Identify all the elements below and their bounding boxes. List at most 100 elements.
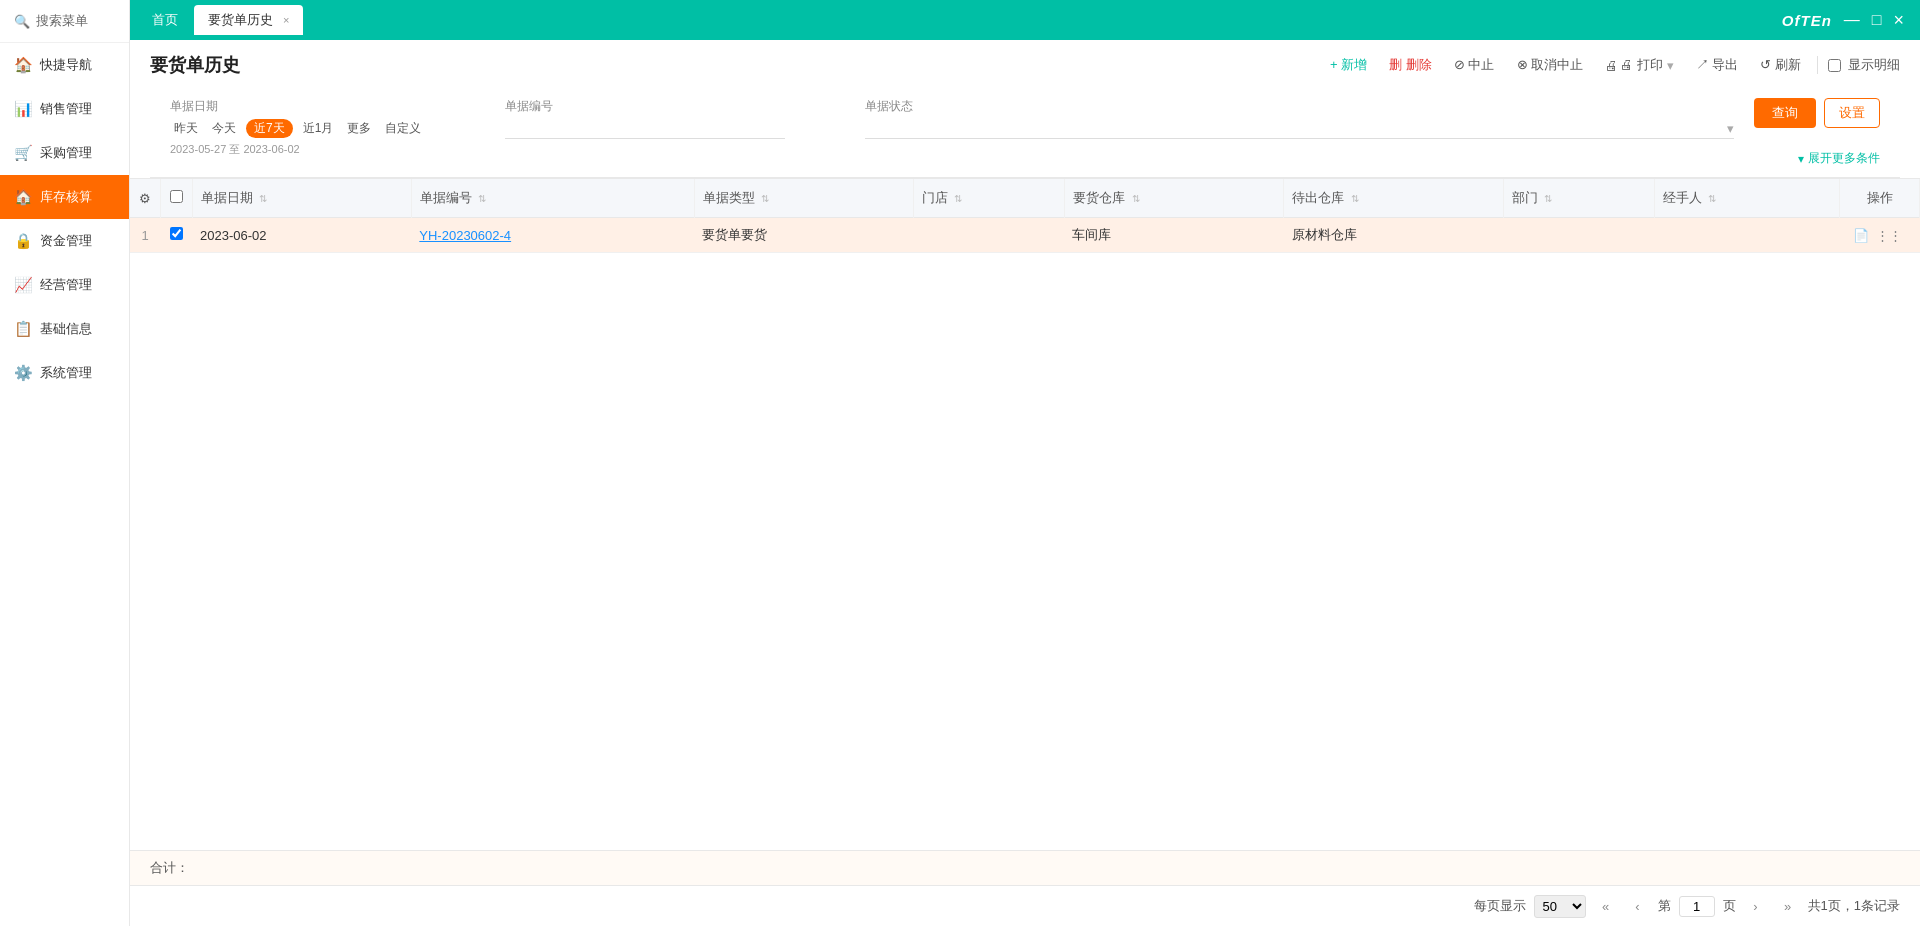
sidebar-item-quick-nav[interactable]: 🏠 快捷导航 xyxy=(0,43,129,87)
maximize-btn[interactable]: □ xyxy=(1872,11,1882,29)
tab-requisition-history[interactable]: 要货单历史 × xyxy=(194,5,303,35)
main-area: 首页 要货单历史 × OfTEn — □ × 要货单历史 + 新增 删 删除 ⊘… xyxy=(130,0,1920,926)
next-page-btn[interactable]: › xyxy=(1744,894,1768,918)
row-edit-icon[interactable]: 📄 xyxy=(1853,228,1869,243)
sidebar-item-label: 经营管理 xyxy=(40,276,92,294)
display-cell-button[interactable]: 显示明细 xyxy=(1828,56,1900,74)
cell-store xyxy=(913,218,1064,253)
row-select-checkbox[interactable] xyxy=(170,227,183,240)
add-button[interactable]: + 新增 xyxy=(1324,52,1373,78)
tab-home[interactable]: 首页 xyxy=(138,5,192,35)
filter-billno-group: 单据编号 xyxy=(505,98,785,139)
sort-icon-date: ⇅ xyxy=(259,193,267,204)
display-cell-checkbox[interactable] xyxy=(1828,59,1841,72)
sort-icon-store: ⇅ xyxy=(954,193,962,204)
cell-handler xyxy=(1654,218,1839,253)
th-date[interactable]: 单据日期 ⇅ xyxy=(192,179,411,218)
sidebar-item-inventory[interactable]: 🏠 库存核算 xyxy=(0,175,129,219)
sidebar-item-basic-info[interactable]: 📋 基础信息 xyxy=(0,307,129,351)
page-size-select[interactable]: 50 20 100 200 xyxy=(1534,895,1586,918)
filter-date-range: 2023-05-27 至 2023-06-02 xyxy=(170,142,425,157)
date-tag-more[interactable]: 更多 xyxy=(343,119,375,138)
stop-button[interactable]: ⊘ 中止 xyxy=(1448,52,1501,78)
sort-icon-pendingwarehouse: ⇅ xyxy=(1351,193,1359,204)
th-operation: 操作 xyxy=(1840,179,1920,218)
operations-icon: 📈 xyxy=(14,276,32,294)
delete-button[interactable]: 删 删除 xyxy=(1383,52,1438,78)
sidebar-item-label: 库存核算 xyxy=(40,188,92,206)
date-tag-1month[interactable]: 近1月 xyxy=(299,119,338,138)
th-bill-type[interactable]: 单据类型 ⇅ xyxy=(694,179,913,218)
first-page-btn[interactable]: « xyxy=(1594,894,1618,918)
cell-operation: 📄 ⋮⋮ xyxy=(1840,218,1920,253)
top-bar-right: OfTEn — □ × xyxy=(1782,10,1912,31)
minimize-btn[interactable]: — xyxy=(1844,11,1860,29)
table-header-row: ⚙ 单据日期 ⇅ 单据编号 ⇅ 单据类型 xyxy=(130,179,1920,218)
expand-more-button[interactable]: ▾ 展开更多条件 xyxy=(1798,150,1880,167)
export-button[interactable]: ↗ 导出 xyxy=(1690,52,1745,78)
settings-button[interactable]: 设置 xyxy=(1824,98,1880,128)
chart-icon: 📊 xyxy=(14,100,32,118)
sort-icon-reqwarehouse: ⇅ xyxy=(1132,193,1140,204)
bill-no-link[interactable]: YH-20230602-4 xyxy=(419,228,511,243)
sidebar-item-operations[interactable]: 📈 经营管理 xyxy=(0,263,129,307)
brand-text: OfTEn xyxy=(1782,12,1832,29)
select-all-checkbox[interactable] xyxy=(170,190,183,203)
tab-requisition-label: 要货单历史 xyxy=(208,11,273,29)
th-settings[interactable]: ⚙ xyxy=(130,179,160,218)
page-number-input[interactable] xyxy=(1679,896,1715,917)
cancel-stop-button[interactable]: ⊗ 取消中止 xyxy=(1511,52,1590,78)
sidebar-search[interactable]: 🔍 搜索菜单 xyxy=(0,0,129,43)
sidebar-item-label: 采购管理 xyxy=(40,144,92,162)
table-wrap: ⚙ 单据日期 ⇅ 单据编号 ⇅ 单据类型 xyxy=(130,179,1920,850)
last-page-btn[interactable]: » xyxy=(1776,894,1800,918)
sidebar-item-label: 资金管理 xyxy=(40,232,92,250)
row-checkbox xyxy=(160,218,192,253)
select-dropdown-icon: ▾ xyxy=(1727,121,1734,136)
filter-billno-input[interactable] xyxy=(505,119,785,139)
th-req-warehouse[interactable]: 要货仓库 ⇅ xyxy=(1064,179,1283,218)
row-more-icon[interactable]: ⋮⋮ xyxy=(1876,228,1902,243)
sidebar-item-label: 快捷导航 xyxy=(40,56,92,74)
print-icon: 🖨 xyxy=(1605,58,1618,73)
prev-page-btn[interactable]: ‹ xyxy=(1626,894,1650,918)
print-dropdown-icon[interactable]: ▾ xyxy=(1667,58,1674,73)
sidebar-item-sales[interactable]: 📊 销售管理 xyxy=(0,87,129,131)
cart-icon: 🛒 xyxy=(14,144,32,162)
filter-status-wrap: 已审核 未审核 中止 ▾ xyxy=(865,119,1734,139)
query-button[interactable]: 查询 xyxy=(1754,98,1816,128)
th-department[interactable]: 部门 ⇅ xyxy=(1503,179,1654,218)
cell-pending-warehouse: 原材料仓库 xyxy=(1284,218,1503,253)
filter-status-select[interactable]: 已审核 未审核 中止 xyxy=(865,119,1727,138)
tab-close-icon[interactable]: × xyxy=(283,14,289,26)
date-tag-custom[interactable]: 自定义 xyxy=(381,119,425,138)
content: 要货单历史 + 新增 删 删除 ⊘ 中止 ⊗ 取消中止 🖨 🖨 打印 ▾ ↗ 导… xyxy=(130,40,1920,926)
page-label: 页 xyxy=(1723,897,1736,915)
sidebar-item-finance[interactable]: 🔒 资金管理 xyxy=(0,219,129,263)
date-tag-7days[interactable]: 近7天 xyxy=(246,119,293,138)
sidebar-item-purchase[interactable]: 🛒 采购管理 xyxy=(0,131,129,175)
print-button[interactable]: 🖨 🖨 打印 ▾ xyxy=(1599,52,1680,78)
date-tag-today[interactable]: 今天 xyxy=(208,119,240,138)
doc-icon: 📋 xyxy=(14,320,32,338)
toolbar: + 新增 删 删除 ⊘ 中止 ⊗ 取消中止 🖨 🖨 打印 ▾ ↗ 导出 ↺ 刷新… xyxy=(1324,52,1900,78)
close-window-btn[interactable]: × xyxy=(1893,10,1904,31)
page-header: 要货单历史 + 新增 删 删除 ⊘ 中止 ⊗ 取消中止 🖨 🖨 打印 ▾ ↗ 导… xyxy=(130,40,1920,179)
sort-icon-dept: ⇅ xyxy=(1544,193,1552,204)
filter-billno-wrap xyxy=(505,119,785,139)
date-tag-yesterday[interactable]: 昨天 xyxy=(170,119,202,138)
refresh-button[interactable]: ↺ 刷新 xyxy=(1754,52,1807,78)
filter-date-tags: 昨天 今天 近7天 近1月 更多 自定义 xyxy=(170,119,425,138)
th-handler[interactable]: 经手人 ⇅ xyxy=(1654,179,1839,218)
filter-status-label: 单据状态 xyxy=(865,98,1734,115)
sidebar-search-label: 搜索菜单 xyxy=(36,12,88,30)
th-pending-warehouse[interactable]: 待出仓库 ⇅ xyxy=(1284,179,1503,218)
th-bill-no[interactable]: 单据编号 ⇅ xyxy=(411,179,694,218)
sidebar: 🔍 搜索菜单 🏠 快捷导航 📊 销售管理 🛒 采购管理 🏠 库存核算 🔒 资金管… xyxy=(0,0,130,926)
sidebar-item-system[interactable]: ⚙️ 系统管理 xyxy=(0,351,129,395)
table-footer: 合计： xyxy=(130,850,1920,885)
th-store[interactable]: 门店 ⇅ xyxy=(913,179,1064,218)
top-bar: 首页 要货单历史 × OfTEn — □ × xyxy=(130,0,1920,40)
cell-bill-no: YH-20230602-4 xyxy=(411,218,694,253)
total-info: 共1页，1条记录 xyxy=(1808,897,1900,915)
